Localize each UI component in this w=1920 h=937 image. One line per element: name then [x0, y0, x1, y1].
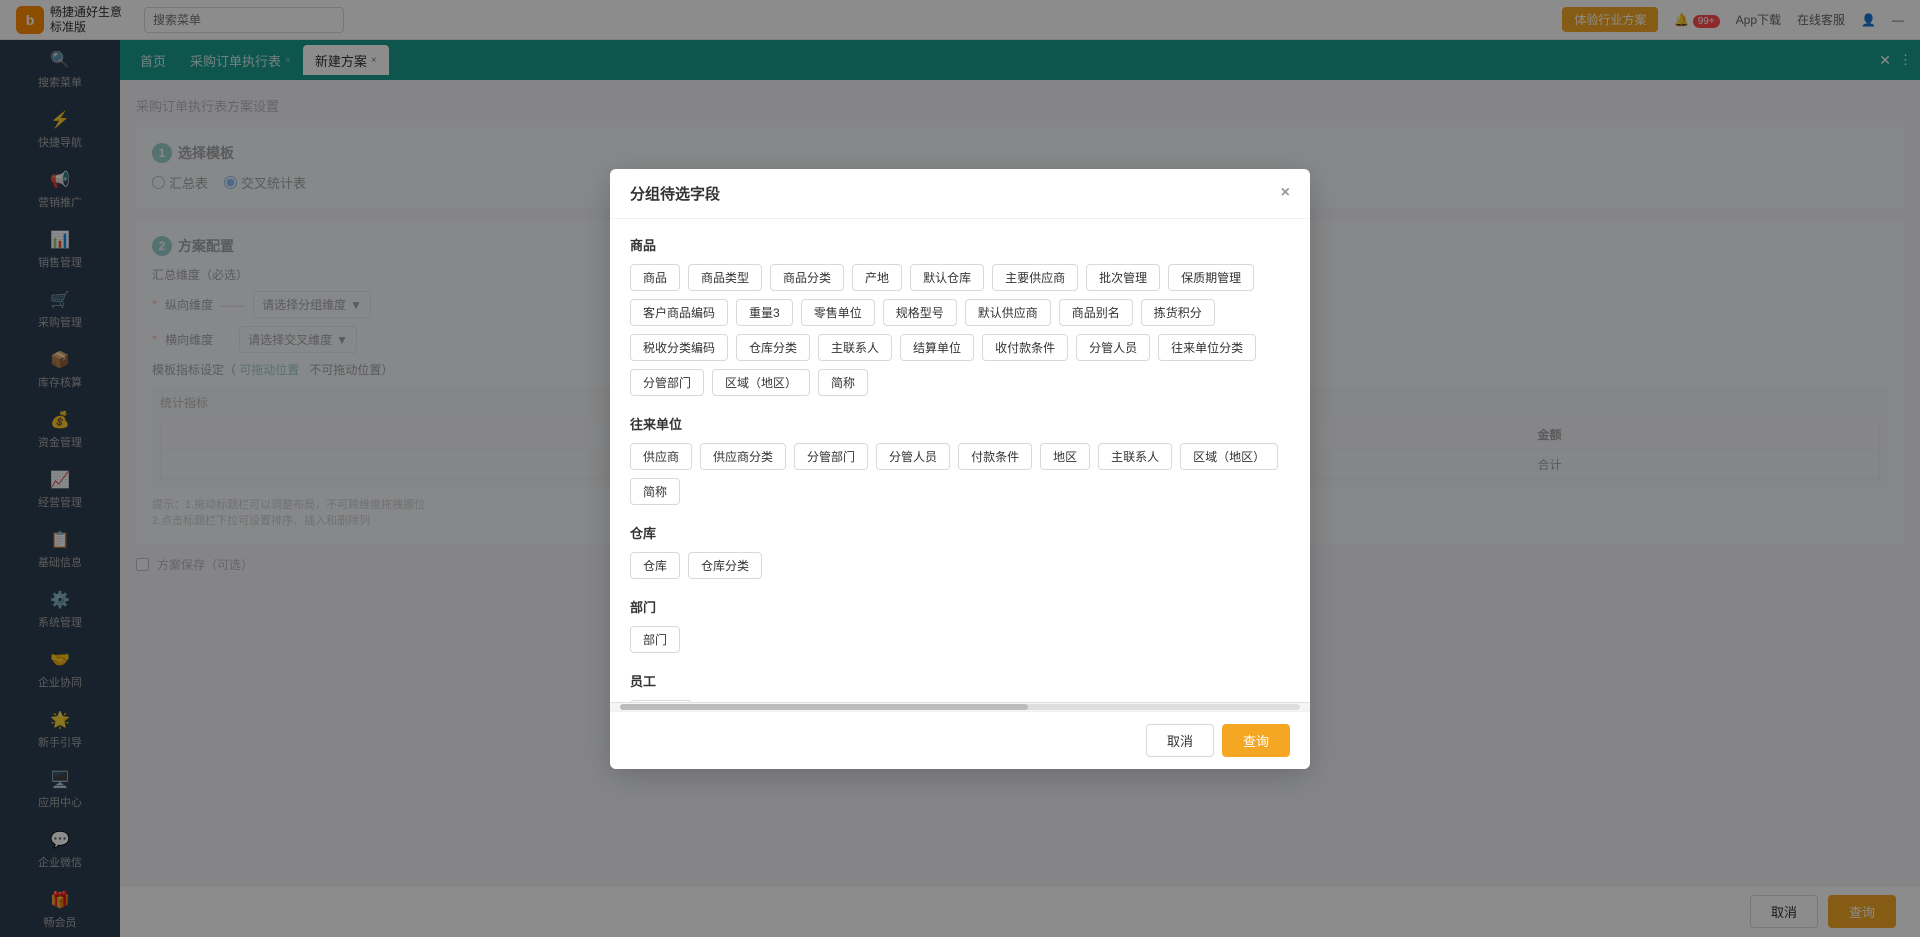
field-tag-dept[interactable]: 部门	[630, 626, 680, 653]
modal-horizontal-scrollbar[interactable]	[610, 702, 1310, 711]
field-tag-partner-category[interactable]: 往来单位分类	[1158, 334, 1256, 361]
field-tag-pick-points[interactable]: 拣货积分	[1141, 299, 1215, 326]
field-tag-customer-code[interactable]: 客户商品编码	[630, 299, 728, 326]
modal-confirm-button[interactable]: 查询	[1222, 724, 1290, 757]
field-tag-spec-model[interactable]: 规格型号	[883, 299, 957, 326]
modal-body: 商品 商品 商品类型 商品分类 产地 默认仓库 主要供应商 批次管理 保质期管理…	[610, 219, 1310, 702]
field-tag-partner-dept[interactable]: 分管部门	[794, 443, 868, 470]
field-tag-region[interactable]: 区域（地区）	[712, 369, 810, 396]
field-tag-goods-type[interactable]: 商品类型	[688, 264, 762, 291]
field-tag-origin[interactable]: 产地	[852, 264, 902, 291]
field-tag-main-contact2[interactable]: 主联系人	[1098, 443, 1172, 470]
field-tag-charge-dept[interactable]: 分管部门	[630, 369, 704, 396]
section-employee: 员工 业务员	[630, 671, 1290, 702]
modal-close-button[interactable]: ×	[1281, 184, 1290, 202]
section-partner: 往来单位 供应商 供应商分类 分管部门 分管人员 付款条件 地区 主联系人 区域…	[630, 414, 1290, 505]
section-partner-title: 往来单位	[630, 414, 1290, 433]
modal-cancel-button[interactable]: 取消	[1146, 724, 1214, 757]
field-tag-supplier[interactable]: 供应商	[630, 443, 692, 470]
field-tag-partner-person[interactable]: 分管人员	[876, 443, 950, 470]
field-tag-default-supplier[interactable]: 默认供应商	[965, 299, 1051, 326]
section-goods: 商品 商品 商品类型 商品分类 产地 默认仓库 主要供应商 批次管理 保质期管理…	[630, 235, 1290, 396]
field-tag-goods[interactable]: 商品	[630, 264, 680, 291]
field-tag-retail-unit[interactable]: 零售单位	[801, 299, 875, 326]
goods-field-grid: 商品 商品类型 商品分类 产地 默认仓库 主要供应商 批次管理 保质期管理 客户…	[630, 264, 1290, 396]
field-tag-region2[interactable]: 区域（地区）	[1180, 443, 1278, 470]
field-tag-weight3[interactable]: 重量3	[736, 299, 793, 326]
section-warehouse-title: 仓库	[630, 523, 1290, 542]
modal-title: 分组待选字段	[630, 183, 720, 204]
field-tag-wh[interactable]: 仓库	[630, 552, 680, 579]
modal-footer: 取消 查询	[610, 711, 1310, 769]
field-tag-batch-mgmt[interactable]: 批次管理	[1086, 264, 1160, 291]
section-goods-title: 商品	[630, 235, 1290, 254]
field-tag-settlement-unit[interactable]: 结算单位	[900, 334, 974, 361]
section-employee-title: 员工	[630, 671, 1290, 690]
section-department-title: 部门	[630, 597, 1290, 616]
section-department: 部门 部门	[630, 597, 1290, 653]
field-tag-goods-alias[interactable]: 商品别名	[1059, 299, 1133, 326]
field-select-modal: 分组待选字段 × 商品 商品 商品类型 商品分类 产地 默认仓库 主要供应商 批…	[610, 169, 1310, 769]
field-tag-supplier-category[interactable]: 供应商分类	[700, 443, 786, 470]
field-tag-main-supplier[interactable]: 主要供应商	[992, 264, 1078, 291]
partner-field-grid: 供应商 供应商分类 分管部门 分管人员 付款条件 地区 主联系人 区域（地区） …	[630, 443, 1290, 505]
field-tag-payment-terms[interactable]: 收付款条件	[982, 334, 1068, 361]
field-tag-tax-code[interactable]: 税收分类编码	[630, 334, 728, 361]
modal-overlay: 分组待选字段 × 商品 商品 商品类型 商品分类 产地 默认仓库 主要供应商 批…	[0, 0, 1920, 937]
field-tag-short-name2[interactable]: 简称	[630, 478, 680, 505]
field-tag-payment-condition[interactable]: 付款条件	[958, 443, 1032, 470]
field-tag-expiry-mgmt[interactable]: 保质期管理	[1168, 264, 1254, 291]
field-tag-wh-category[interactable]: 仓库分类	[688, 552, 762, 579]
field-tag-warehouse-category[interactable]: 仓库分类	[736, 334, 810, 361]
warehouse-field-grid: 仓库 仓库分类	[630, 552, 1290, 579]
department-field-grid: 部门	[630, 626, 1290, 653]
section-warehouse: 仓库 仓库 仓库分类	[630, 523, 1290, 579]
field-tag-default-warehouse[interactable]: 默认仓库	[910, 264, 984, 291]
field-tag-area[interactable]: 地区	[1040, 443, 1090, 470]
field-tag-main-contact[interactable]: 主联系人	[818, 334, 892, 361]
field-tag-charge-person[interactable]: 分管人员	[1076, 334, 1150, 361]
field-tag-goods-category[interactable]: 商品分类	[770, 264, 844, 291]
modal-header: 分组待选字段 ×	[610, 169, 1310, 219]
field-tag-short-name[interactable]: 简称	[818, 369, 868, 396]
